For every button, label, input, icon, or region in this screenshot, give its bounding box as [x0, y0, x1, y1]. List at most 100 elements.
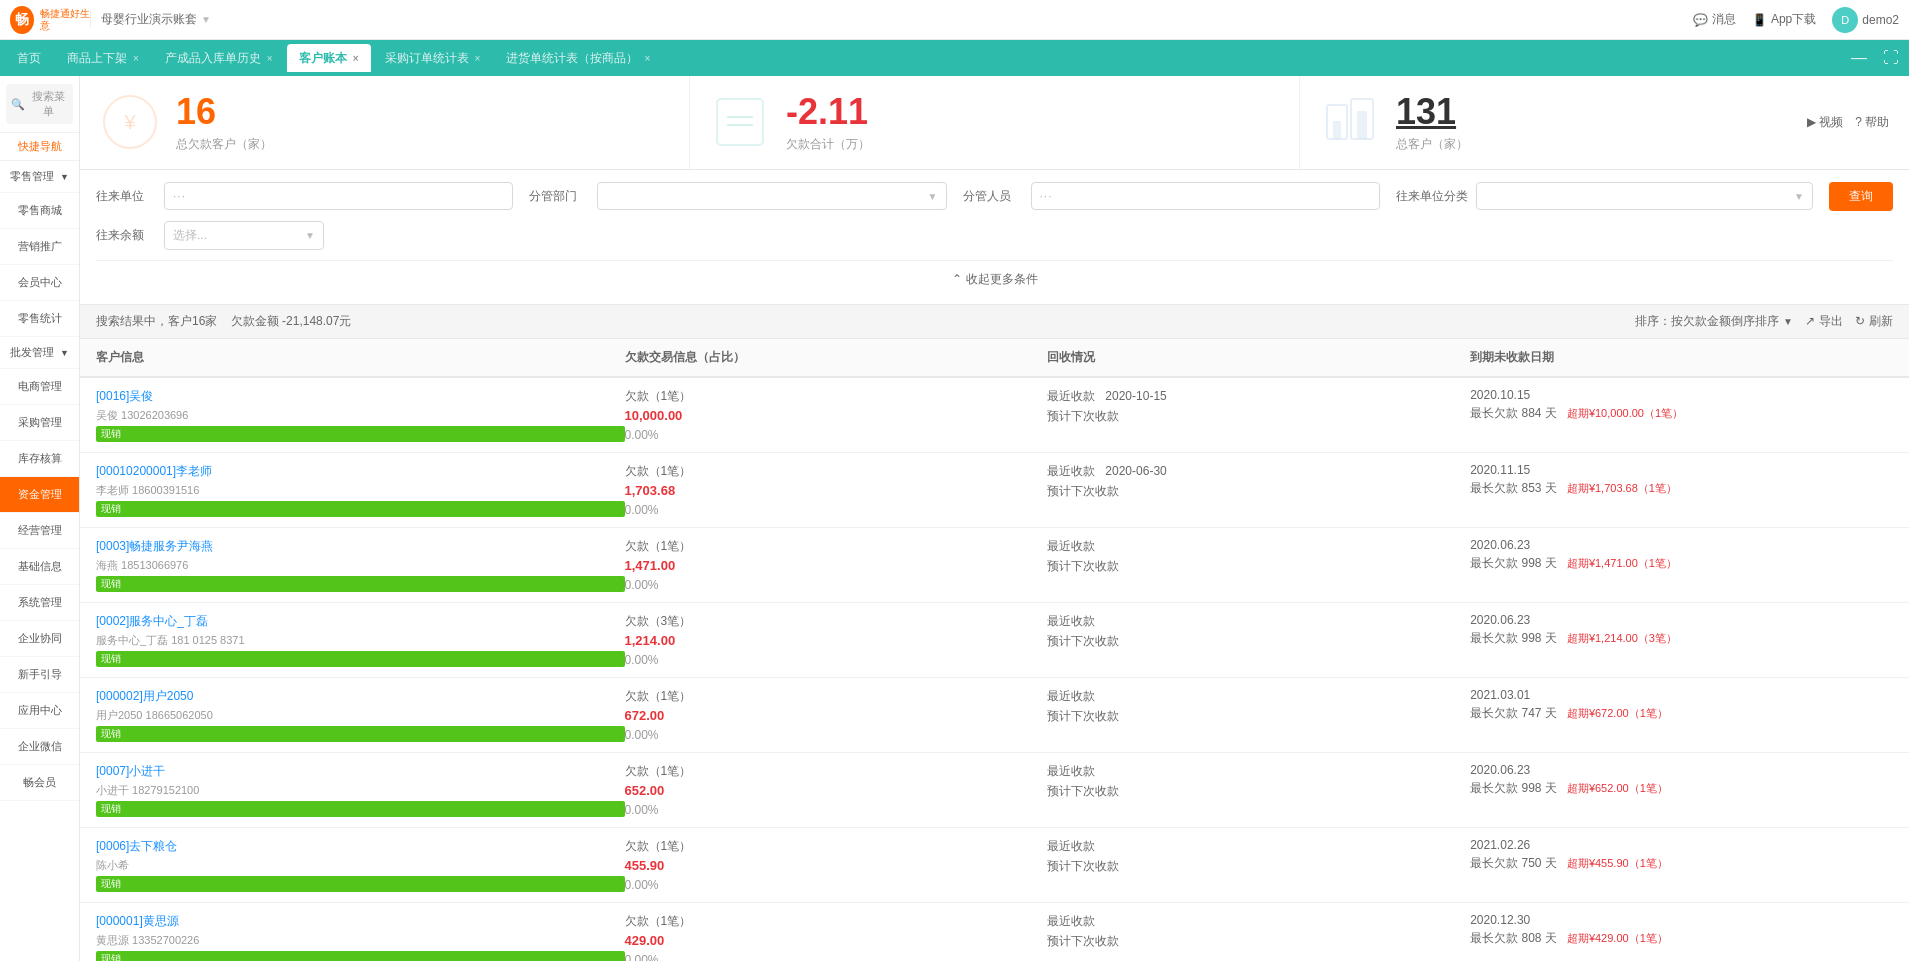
recent-repay-label: 最近收款: [1047, 913, 1470, 930]
debt-count: 欠款（1笔）: [625, 688, 1048, 705]
customer-name-link[interactable]: [0016]吴俊: [96, 388, 625, 405]
overdue-days: 最长欠款 998 天 超期¥1,471.00（1笔）: [1470, 555, 1893, 572]
overdue-amount-link[interactable]: 超期¥1,471.00（1笔）: [1567, 557, 1677, 569]
search-icon: 🔍: [11, 98, 25, 111]
sidebar-enterprise-coop-label: 企业协同: [18, 631, 62, 646]
sidebar-item-enterprise-coop[interactable]: 企业协同: [0, 621, 79, 657]
sidebar-item-retail-stats[interactable]: 零售统计: [0, 301, 79, 337]
result-bar: 搜索结果中，客户16家 欠款金额 -21,148.07元 排序：按欠款金额倒序排…: [80, 305, 1909, 339]
debt-info-cell: 欠款（1笔） 429.00 0.00%: [625, 913, 1048, 961]
debt-info-cell: 欠款（1笔） 10,000.00 0.00%: [625, 388, 1048, 442]
customer-name-link[interactable]: [0007]小进干: [96, 763, 625, 780]
debt-amount: 1,471.00: [625, 558, 1048, 573]
filter-company-category-select[interactable]: ▼: [1476, 182, 1813, 210]
sidebar-item-batch-mgmt[interactable]: 批发管理 ▼: [0, 337, 79, 369]
top-bar: 畅 畅捷通好生意 母婴行业演示账套 ▼ 💬 消息 📱 App下载 D demo2: [0, 0, 1909, 40]
debt-info-cell: 欠款（1笔） 455.90 0.00%: [625, 838, 1048, 892]
customer-name-link[interactable]: [0006]去下粮仓: [96, 838, 625, 855]
svg-rect-2: [717, 99, 763, 145]
filter-branch-dept-select[interactable]: ▼: [597, 182, 946, 210]
stat-icon-3: [1320, 92, 1380, 152]
overdue-days: 最长欠款 808 天 超期¥429.00（1笔）: [1470, 930, 1893, 947]
sidebar-operation-label: 经营管理: [18, 523, 62, 538]
filter-company-from-label: 往来单位: [96, 188, 156, 205]
customer-info-cell: [0016]吴俊 吴俊 13026203696 现销: [96, 388, 625, 442]
overdue-amount-link[interactable]: 超期¥455.90（1笔）: [1567, 857, 1668, 869]
sidebar-item-new-guide[interactable]: 新手引导: [0, 657, 79, 693]
customer-name-link[interactable]: [00010200001]李老师: [96, 463, 625, 480]
table-body: [0016]吴俊 吴俊 13026203696 现销 欠款（1笔） 10,000…: [80, 378, 1909, 961]
sidebar-search-btn[interactable]: 🔍 搜索菜单: [6, 84, 73, 124]
tab-products-close[interactable]: ×: [133, 53, 139, 64]
sidebar-item-ecommerce[interactable]: 电商管理: [0, 369, 79, 405]
overdue-amount-link[interactable]: 超期¥672.00（1笔）: [1567, 707, 1668, 719]
sidebar-purchase-label: 采购管理: [18, 415, 62, 430]
tab-stock-stats-close[interactable]: ×: [644, 53, 650, 64]
export-btn[interactable]: ↗ 导出: [1805, 313, 1843, 330]
sidebar-retail-mgmt-label: 零售管理: [10, 169, 54, 184]
filter-branch-person-input[interactable]: ···: [1031, 182, 1380, 210]
sidebar-item-enterprise-wechat[interactable]: 企业微信: [0, 729, 79, 765]
filter-balance-select[interactable]: 选择... ▼: [164, 221, 324, 250]
overdue-amount-link[interactable]: 超期¥652.00（1笔）: [1567, 782, 1668, 794]
sidebar-item-member-vip[interactable]: 畅会员: [0, 765, 79, 801]
customer-name-link[interactable]: [000001]黄思源: [96, 913, 625, 930]
sidebar-item-retail-mall[interactable]: 零售商城: [0, 193, 79, 229]
sidebar-item-purchase[interactable]: 采购管理: [0, 405, 79, 441]
tab-stock-stats[interactable]: 进货单统计表（按商品） ×: [494, 44, 662, 72]
svg-rect-7: [1333, 121, 1341, 139]
due-date: 2020.06.23: [1470, 763, 1893, 777]
tab-customer-account-close[interactable]: ×: [353, 53, 359, 64]
sidebar-item-marketing[interactable]: 营销推广: [0, 229, 79, 265]
app-download-btn[interactable]: 📱 App下载: [1752, 11, 1816, 28]
overdue-amount-link[interactable]: 超期¥10,000.00（1笔）: [1567, 407, 1683, 419]
tab-minimize-btn[interactable]: —: [1845, 49, 1873, 67]
tab-home[interactable]: 首页: [5, 44, 53, 72]
filter-row-1: 往来单位 ··· 分管部门 ▼ 分管人员 ···: [96, 182, 1893, 211]
customer-sub-info: 李老师 18600391516: [96, 483, 625, 498]
filter-company-from-input[interactable]: ···: [164, 182, 513, 210]
sidebar-item-member[interactable]: 会员中心: [0, 265, 79, 301]
collapse-btn[interactable]: ⌃ 收起更多条件: [948, 267, 1042, 292]
user-menu[interactable]: D demo2: [1832, 7, 1899, 33]
message-btn[interactable]: 💬 消息: [1693, 11, 1736, 28]
refresh-btn[interactable]: ↻ 刷新: [1855, 313, 1893, 330]
sidebar-item-app-center[interactable]: 应用中心: [0, 693, 79, 729]
customer-name-link[interactable]: [0003]畅捷服务尹海燕: [96, 538, 625, 555]
video-icon: ▶: [1807, 115, 1816, 129]
sidebar-item-inventory[interactable]: 库存核算: [0, 441, 79, 477]
sidebar-item-basic-info[interactable]: 基础信息: [0, 549, 79, 585]
customer-name-link[interactable]: [000002]用户2050: [96, 688, 625, 705]
tab-production[interactable]: 产成品入库单历史 ×: [153, 44, 285, 72]
export-icon: ↗: [1805, 314, 1815, 328]
overdue-amount-link[interactable]: 超期¥429.00（1笔）: [1567, 932, 1668, 944]
recent-repay-label: 最近收款: [1047, 763, 1470, 780]
recent-repay-label: 最近收款 2020-10-15: [1047, 388, 1470, 405]
view-video-btn[interactable]: ▶ 视频: [1807, 114, 1843, 131]
tab-maximize-btn[interactable]: ⛶: [1877, 49, 1905, 67]
tab-customer-account-label: 客户账本: [299, 50, 347, 67]
sidebar-new-guide-label: 新手引导: [18, 667, 62, 682]
customer-tag: 现销: [96, 801, 625, 817]
sidebar-item-system[interactable]: 系统管理: [0, 585, 79, 621]
customer-name-link[interactable]: [0002]服务中心_丁磊: [96, 613, 625, 630]
tab-products[interactable]: 商品上下架 ×: [55, 44, 151, 72]
next-repay: 预计下次收款: [1047, 783, 1470, 800]
tab-production-close[interactable]: ×: [267, 53, 273, 64]
quick-nav-btn[interactable]: 快捷导航: [0, 133, 79, 161]
sidebar-item-operation[interactable]: 经营管理: [0, 513, 79, 549]
help-btn[interactable]: ? 帮助: [1855, 114, 1889, 131]
overdue-amount-link[interactable]: 超期¥1,214.00（3笔）: [1567, 632, 1677, 644]
customer-tag: 现销: [96, 876, 625, 892]
sort-selector[interactable]: 排序：按欠款金额倒序排序 ▼: [1635, 313, 1793, 330]
overdue-amount-link[interactable]: 超期¥1,703.68（1笔）: [1567, 482, 1677, 494]
tab-purchase-order-close[interactable]: ×: [475, 53, 481, 64]
company-selector[interactable]: 母婴行业演示账套 ▼: [90, 11, 250, 28]
tab-purchase-order[interactable]: 采购订单统计表 ×: [373, 44, 493, 72]
sidebar-item-retail-mgmt[interactable]: 零售管理 ▼: [0, 161, 79, 193]
tab-bar: 首页 商品上下架 × 产成品入库单历史 × 客户账本 × 采购订单统计表 × 进…: [0, 40, 1909, 76]
sidebar-item-finance[interactable]: 资金管理: [0, 477, 79, 513]
search-button[interactable]: 查询: [1829, 182, 1893, 211]
tab-customer-account[interactable]: 客户账本 ×: [287, 44, 371, 72]
due-date: 2020.06.23: [1470, 538, 1893, 552]
